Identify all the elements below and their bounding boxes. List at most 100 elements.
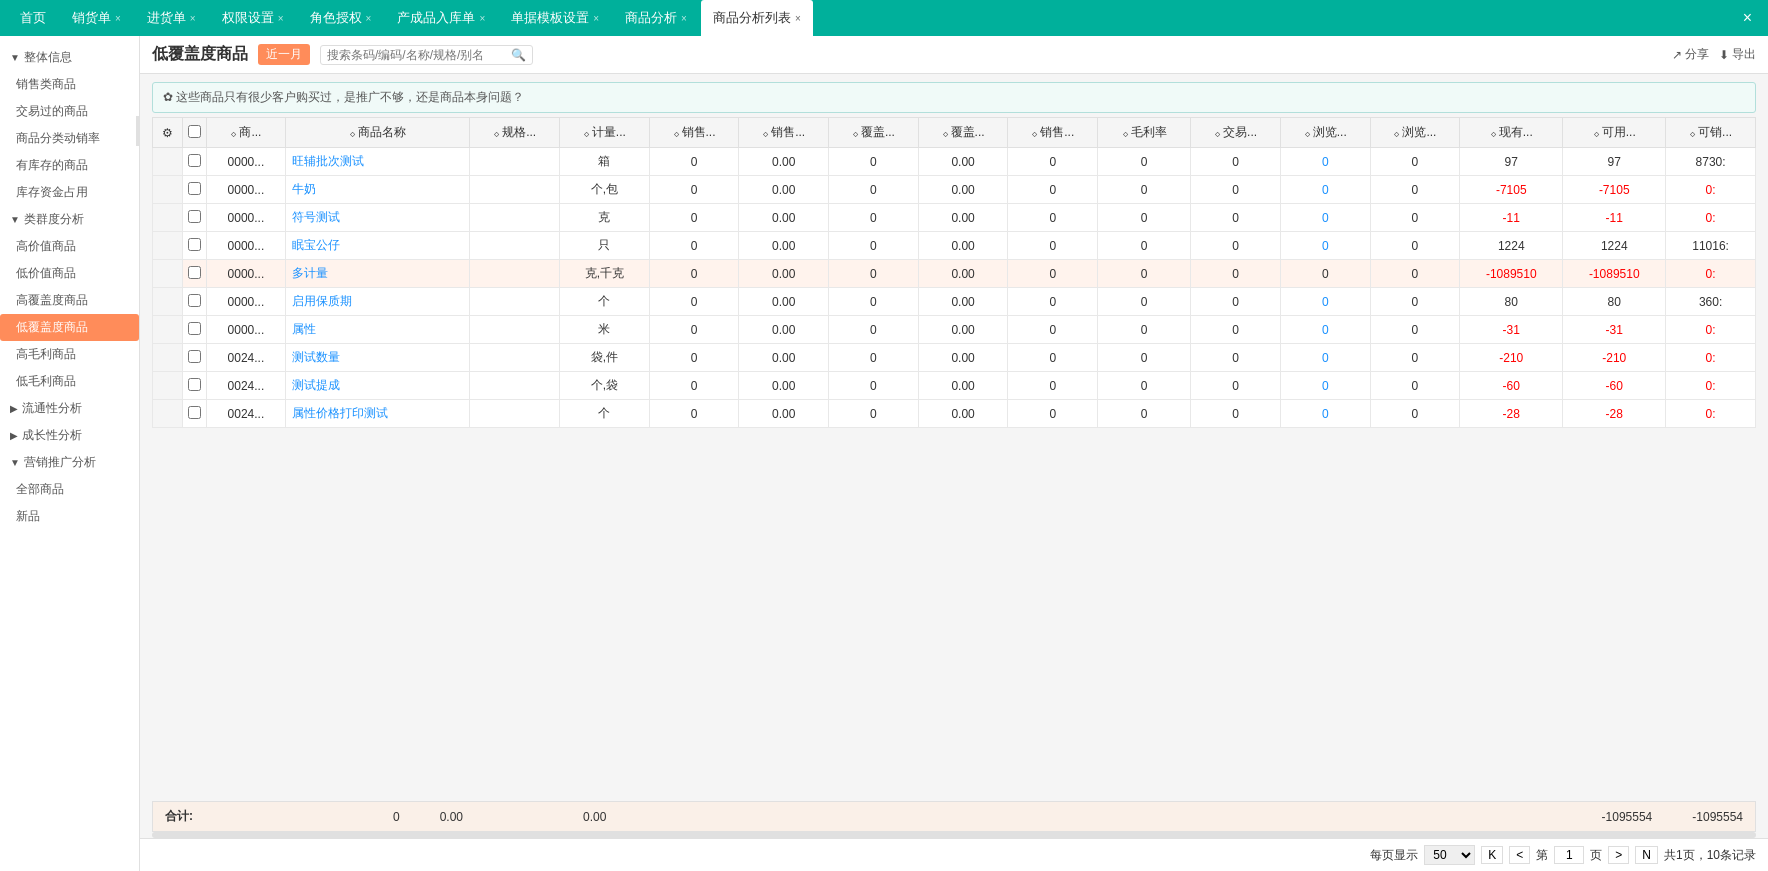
row-checkbox-cell[interactable] bbox=[183, 288, 207, 316]
sidebar-section-growth[interactable]: ▶ 成长性分析 bbox=[0, 422, 139, 449]
col-header-checkbox[interactable] bbox=[183, 118, 207, 148]
close-sales-tab-icon[interactable]: × bbox=[115, 13, 121, 24]
row-checkbox[interactable] bbox=[188, 154, 201, 167]
search-input[interactable] bbox=[327, 48, 507, 62]
col-header-browse-a[interactable]: ⬦ 浏览... bbox=[1280, 118, 1370, 148]
close-product-analysis-tab-icon[interactable]: × bbox=[681, 13, 687, 24]
col-header-gross[interactable]: ⬦ 毛利率 bbox=[1098, 118, 1191, 148]
col-header-browse-b[interactable]: ⬦ 浏览... bbox=[1370, 118, 1460, 148]
col-header-sales-qty[interactable]: ⬦ 销售... bbox=[649, 118, 739, 148]
nav-tab-role[interactable]: 角色授权 × bbox=[298, 0, 384, 36]
row-browse-a[interactable]: 0 bbox=[1280, 148, 1370, 176]
col-header-code[interactable]: ⬦ 商... bbox=[207, 118, 286, 148]
col-header-unit[interactable]: ⬦ 计量... bbox=[559, 118, 649, 148]
row-name[interactable]: 符号测试 bbox=[285, 204, 470, 232]
row-name[interactable]: 属性 bbox=[285, 316, 470, 344]
row-name[interactable]: 旺辅批次测试 bbox=[285, 148, 470, 176]
row-checkbox[interactable] bbox=[188, 350, 201, 363]
sidebar-item-low-coverage[interactable]: 低覆盖度商品 bbox=[0, 314, 139, 341]
sidebar-item-traded-goods[interactable]: 交易过的商品 bbox=[0, 98, 139, 125]
row-checkbox[interactable] bbox=[188, 210, 201, 223]
sidebar-section-class[interactable]: ▼ 类群度分析 bbox=[0, 206, 139, 233]
next-page-button[interactable]: > bbox=[1608, 846, 1629, 864]
sidebar-item-all-goods[interactable]: 全部商品 bbox=[0, 476, 139, 503]
col-header-sales-amt[interactable]: ⬦ 销售... bbox=[739, 118, 829, 148]
sidebar-item-with-stock[interactable]: 有库存的商品 bbox=[0, 152, 139, 179]
close-role-tab-icon[interactable]: × bbox=[366, 13, 372, 24]
sidebar-collapse-button[interactable]: 《 bbox=[136, 116, 140, 146]
first-page-button[interactable]: K bbox=[1481, 846, 1503, 864]
row-browse-a[interactable]: 0 bbox=[1280, 344, 1370, 372]
search-icon[interactable]: 🔍 bbox=[511, 48, 526, 62]
close-purchase-tab-icon[interactable]: × bbox=[190, 13, 196, 24]
row-checkbox[interactable] bbox=[188, 322, 201, 335]
row-checkbox-cell[interactable] bbox=[183, 148, 207, 176]
col-header-current-stock[interactable]: ⬦ 现有... bbox=[1460, 118, 1563, 148]
col-header-name[interactable]: ⬦ 商品名称 bbox=[285, 118, 470, 148]
row-browse-a[interactable]: 0 bbox=[1280, 176, 1370, 204]
col-header-transaction[interactable]: ⬦ 交易... bbox=[1191, 118, 1281, 148]
row-checkbox[interactable] bbox=[188, 182, 201, 195]
row-browse-a[interactable]: 0 bbox=[1280, 232, 1370, 260]
row-name[interactable]: 启用保质期 bbox=[285, 288, 470, 316]
nav-tab-sales[interactable]: 销货单 × bbox=[60, 0, 133, 36]
sidebar-item-stock-fund[interactable]: 库存资金占用 bbox=[0, 179, 139, 206]
sidebar-item-high-value[interactable]: 高价值商品 bbox=[0, 233, 139, 260]
close-analysis-list-tab-icon[interactable]: × bbox=[795, 13, 801, 24]
row-name[interactable]: 测试提成 bbox=[285, 372, 470, 400]
row-checkbox-cell[interactable] bbox=[183, 400, 207, 428]
last-page-button[interactable]: N bbox=[1635, 846, 1658, 864]
select-all-checkbox[interactable] bbox=[188, 125, 201, 138]
row-checkbox-cell[interactable] bbox=[183, 372, 207, 400]
row-checkbox-cell[interactable] bbox=[183, 232, 207, 260]
nav-tab-purchase[interactable]: 进货单 × bbox=[135, 0, 208, 36]
row-checkbox-cell[interactable] bbox=[183, 204, 207, 232]
nav-tab-home[interactable]: 首页 bbox=[8, 0, 58, 36]
sidebar-section-overall[interactable]: ▼ 整体信息 bbox=[0, 44, 139, 71]
sidebar-section-flow[interactable]: ▶ 流通性分析 bbox=[0, 395, 139, 422]
row-browse-a[interactable]: 0 bbox=[1280, 260, 1370, 288]
date-filter-button[interactable]: 近一月 bbox=[258, 44, 310, 65]
col-header-spec[interactable]: ⬦ 规格... bbox=[470, 118, 560, 148]
page-number-input[interactable] bbox=[1554, 846, 1584, 864]
row-checkbox[interactable] bbox=[188, 238, 201, 251]
sidebar-item-high-coverage[interactable]: 高覆盖度商品 bbox=[0, 287, 139, 314]
row-name[interactable]: 测试数量 bbox=[285, 344, 470, 372]
row-name[interactable]: 属性价格打印测试 bbox=[285, 400, 470, 428]
col-header-cover-a[interactable]: ⬦ 覆盖... bbox=[829, 118, 919, 148]
prev-page-button[interactable]: < bbox=[1509, 846, 1530, 864]
row-browse-a[interactable]: 0 bbox=[1280, 400, 1370, 428]
sidebar-section-marketing[interactable]: ▼ 营销推广分析 bbox=[0, 449, 139, 476]
col-header-available[interactable]: ⬦ 可用... bbox=[1563, 118, 1666, 148]
sidebar-item-low-value[interactable]: 低价值商品 bbox=[0, 260, 139, 287]
col-header-cover-b[interactable]: ⬦ 覆盖... bbox=[918, 118, 1008, 148]
sidebar-item-category-rate[interactable]: 商品分类动销率 bbox=[0, 125, 139, 152]
row-checkbox[interactable] bbox=[188, 266, 201, 279]
close-template-tab-icon[interactable]: × bbox=[593, 13, 599, 24]
export-button[interactable]: ⬇ 导出 bbox=[1719, 46, 1756, 63]
row-checkbox[interactable] bbox=[188, 406, 201, 419]
row-checkbox-cell[interactable] bbox=[183, 176, 207, 204]
col-header-sales-c[interactable]: ⬦ 销售... bbox=[1008, 118, 1098, 148]
row-name[interactable]: 牛奶 bbox=[285, 176, 470, 204]
row-checkbox[interactable] bbox=[188, 294, 201, 307]
sidebar-item-low-profit[interactable]: 低毛利商品 bbox=[0, 368, 139, 395]
sidebar-item-sales-goods[interactable]: 销售类商品 bbox=[0, 71, 139, 98]
row-checkbox[interactable] bbox=[188, 378, 201, 391]
window-close-button[interactable]: × bbox=[1735, 9, 1760, 27]
row-name[interactable]: 多计量 bbox=[285, 260, 470, 288]
nav-tab-product-entry[interactable]: 产成品入库单 × bbox=[385, 0, 497, 36]
nav-tab-permission[interactable]: 权限设置 × bbox=[210, 0, 296, 36]
row-browse-a[interactable]: 0 bbox=[1280, 204, 1370, 232]
col-header-saleable[interactable]: ⬦ 可销... bbox=[1666, 118, 1756, 148]
row-checkbox-cell[interactable] bbox=[183, 316, 207, 344]
close-permission-tab-icon[interactable]: × bbox=[278, 13, 284, 24]
per-page-select[interactable]: 50 20 100 bbox=[1424, 845, 1475, 865]
share-button[interactable]: ↗ 分享 bbox=[1672, 46, 1709, 63]
sidebar-item-new-goods[interactable]: 新品 bbox=[0, 503, 139, 530]
sidebar-item-high-profit[interactable]: 高毛利商品 bbox=[0, 341, 139, 368]
row-checkbox-cell[interactable] bbox=[183, 344, 207, 372]
col-header-settings[interactable]: ⚙ bbox=[153, 118, 183, 148]
row-browse-a[interactable]: 0 bbox=[1280, 316, 1370, 344]
row-checkbox-cell[interactable] bbox=[183, 260, 207, 288]
